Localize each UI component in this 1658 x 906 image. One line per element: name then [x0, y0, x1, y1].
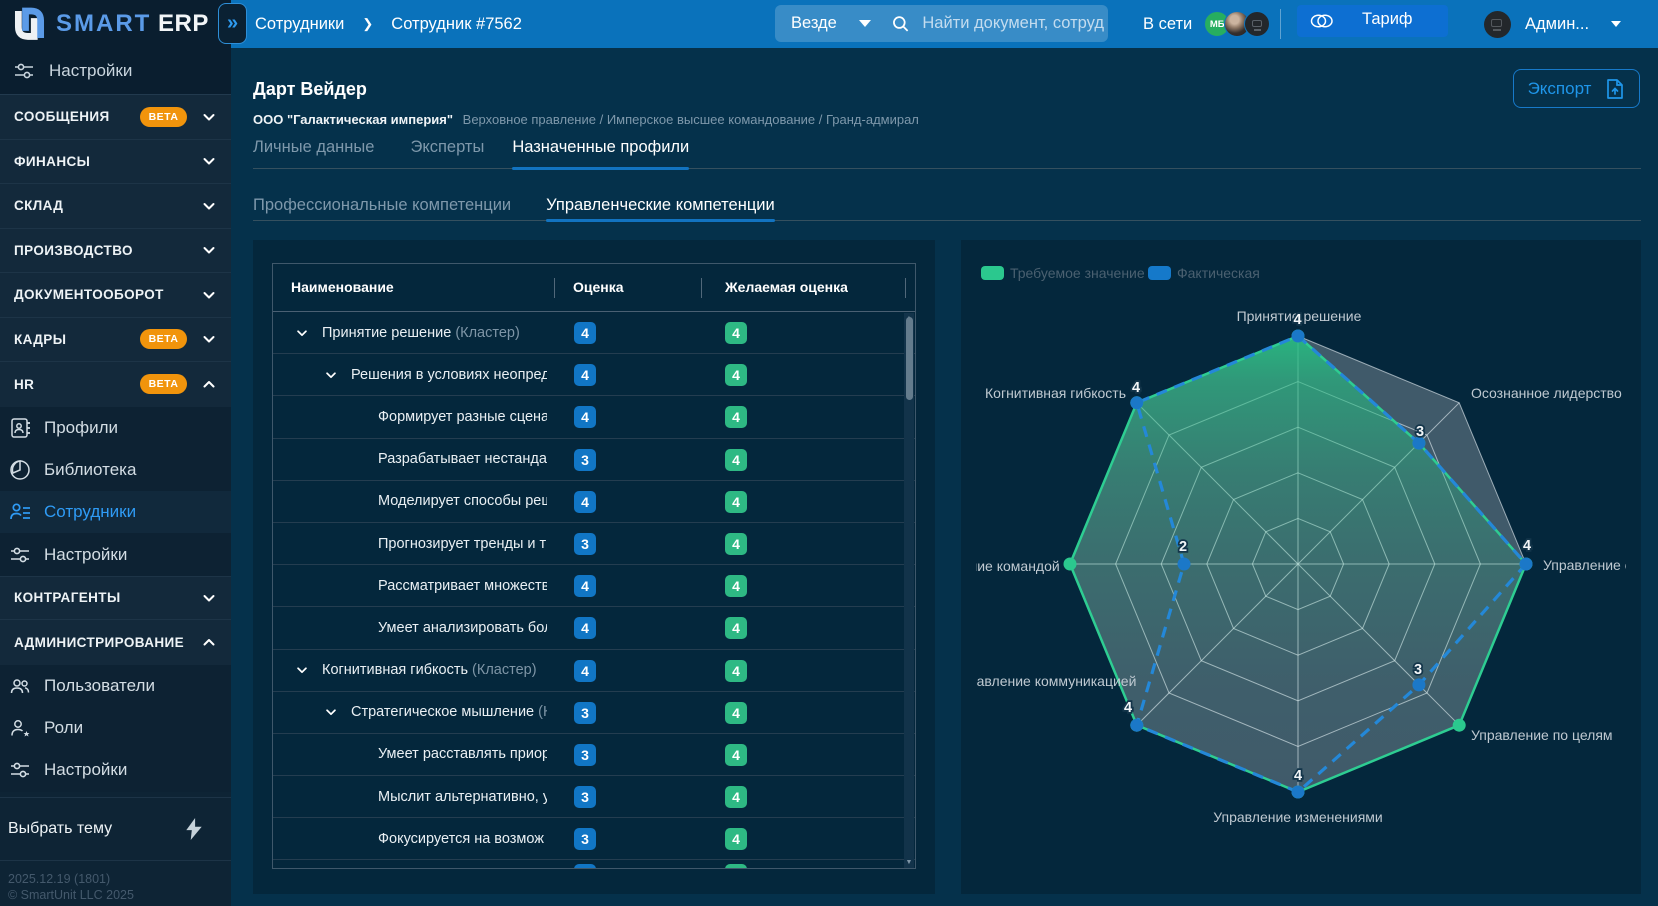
- svg-text:4: 4: [1294, 768, 1302, 784]
- svg-text:4: 4: [1124, 700, 1132, 716]
- svg-text:Требуемое значение: Требуемое значение: [1010, 265, 1145, 281]
- svg-text:Управление по целям: Управление по целям: [1471, 727, 1613, 743]
- svg-text:Фактическая: Фактическая: [1177, 265, 1260, 281]
- svg-text:2: 2: [1179, 539, 1187, 555]
- svg-text:4: 4: [1523, 538, 1531, 554]
- svg-text:Управление изменениями: Управление изменениями: [1213, 809, 1382, 825]
- svg-text:4: 4: [1132, 380, 1140, 396]
- svg-text:Когнитивная гибкость: Когнитивная гибкость: [985, 385, 1126, 401]
- svg-text:Управление коммуникацией: Управление коммуникацией: [961, 673, 1136, 689]
- svg-text:4: 4: [1293, 312, 1301, 328]
- svg-text:Осознанное лидерство: Осознанное лидерство: [1471, 385, 1622, 401]
- svg-text:3: 3: [1414, 662, 1422, 678]
- svg-text:3: 3: [1416, 424, 1424, 440]
